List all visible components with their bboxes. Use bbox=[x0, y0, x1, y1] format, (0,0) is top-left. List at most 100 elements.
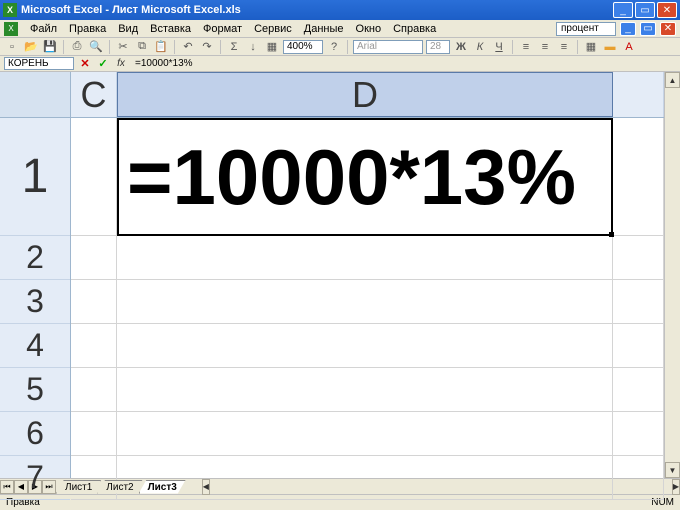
underline-icon[interactable]: Ч bbox=[491, 39, 507, 55]
menu-bar: X Файл Правка Вид Вставка Формат Сервис … bbox=[0, 20, 680, 38]
row-header-3[interactable]: 3 bbox=[0, 280, 70, 324]
menu-window[interactable]: Окно bbox=[350, 21, 388, 37]
doc-maximize-button[interactable]: ▭ bbox=[640, 22, 656, 36]
cell[interactable] bbox=[613, 324, 664, 368]
font-size-box[interactable]: 28 bbox=[426, 40, 450, 54]
cell[interactable] bbox=[613, 280, 664, 324]
borders-icon[interactable]: ▦ bbox=[583, 39, 599, 55]
scroll-down-icon[interactable]: ▼ bbox=[665, 462, 680, 478]
cell[interactable] bbox=[117, 368, 613, 412]
separator bbox=[174, 40, 175, 54]
cell[interactable] bbox=[71, 368, 117, 412]
doc-minimize-button[interactable]: _ bbox=[620, 22, 636, 36]
bold-icon[interactable]: Ж bbox=[453, 39, 469, 55]
undo-icon[interactable]: ↶ bbox=[180, 39, 196, 55]
align-left-icon[interactable]: ≡ bbox=[518, 39, 534, 55]
cell[interactable] bbox=[117, 324, 613, 368]
title-bar: X Microsoft Excel - Лист Microsoft Excel… bbox=[0, 0, 680, 20]
cell[interactable] bbox=[71, 280, 117, 324]
paste-icon[interactable]: 📋 bbox=[153, 39, 169, 55]
cell[interactable] bbox=[71, 324, 117, 368]
cancel-icon[interactable]: ✕ bbox=[78, 57, 92, 71]
col-header-c[interactable]: C bbox=[71, 72, 117, 117]
copy-icon[interactable]: ⧉ bbox=[134, 39, 150, 55]
cell[interactable] bbox=[117, 280, 613, 324]
formula-input[interactable]: =10000*13% bbox=[132, 58, 676, 69]
close-button[interactable]: ✕ bbox=[657, 2, 677, 18]
cell[interactable] bbox=[117, 412, 613, 456]
active-cell-d1[interactable]: =10000*13% bbox=[117, 118, 613, 236]
window-title: Microsoft Excel - Лист Microsoft Excel.x… bbox=[21, 4, 613, 16]
italic-icon[interactable]: К bbox=[472, 39, 488, 55]
fill-color-icon[interactable]: ▬ bbox=[602, 39, 618, 55]
cell[interactable] bbox=[613, 368, 664, 412]
sheet-tab-3[interactable]: Лист3 bbox=[139, 480, 186, 494]
chart-icon[interactable]: ▦ bbox=[264, 39, 280, 55]
cell[interactable] bbox=[613, 236, 664, 280]
cell[interactable] bbox=[613, 456, 664, 500]
cell[interactable] bbox=[117, 456, 613, 500]
row-header-4[interactable]: 4 bbox=[0, 324, 70, 368]
print-icon[interactable]: ⎙ bbox=[69, 39, 85, 55]
col-header-d[interactable]: D bbox=[117, 72, 613, 117]
confirm-icon[interactable]: ✓ bbox=[96, 57, 110, 71]
formula-bar: КОРЕНЬ ✕ ✓ fx =10000*13% bbox=[0, 56, 680, 72]
sort-icon[interactable]: ↓ bbox=[245, 39, 261, 55]
row-header-5[interactable]: 5 bbox=[0, 368, 70, 412]
zoom-box[interactable]: 400% bbox=[283, 40, 323, 54]
help-icon[interactable]: ? bbox=[326, 39, 342, 55]
menu-edit[interactable]: Правка bbox=[63, 21, 112, 37]
col-header-e[interactable] bbox=[613, 72, 664, 117]
separator bbox=[109, 40, 110, 54]
cut-icon[interactable]: ✂ bbox=[115, 39, 131, 55]
menu-data[interactable]: Данные bbox=[298, 21, 350, 37]
menu-insert[interactable]: Вставка bbox=[144, 21, 197, 37]
new-icon[interactable]: ▫ bbox=[4, 39, 20, 55]
redo-icon[interactable]: ↷ bbox=[199, 39, 215, 55]
excel-icon: X bbox=[3, 3, 17, 17]
cell[interactable] bbox=[613, 118, 664, 236]
menu-help[interactable]: Справка bbox=[387, 21, 442, 37]
cell[interactable] bbox=[71, 236, 117, 280]
standard-toolbar: ▫ 📂 💾 ⎙ 🔍 ✂ ⧉ 📋 ↶ ↷ Σ ↓ ▦ 400% ? Arial 2… bbox=[0, 38, 680, 56]
select-all-corner[interactable] bbox=[0, 72, 70, 118]
align-right-icon[interactable]: ≡ bbox=[556, 39, 572, 55]
menu-format[interactable]: Формат bbox=[197, 21, 248, 37]
fx-icon[interactable]: fx bbox=[114, 57, 128, 71]
separator bbox=[347, 40, 348, 54]
doc-icon[interactable]: X bbox=[4, 22, 18, 36]
separator bbox=[220, 40, 221, 54]
row-header-6[interactable]: 6 bbox=[0, 412, 70, 456]
scroll-right-icon[interactable]: ▶ bbox=[672, 479, 680, 495]
separator bbox=[512, 40, 513, 54]
cell[interactable] bbox=[117, 236, 613, 280]
cell[interactable] bbox=[613, 412, 664, 456]
separator bbox=[63, 40, 64, 54]
doc-close-button[interactable]: ✕ bbox=[660, 22, 676, 36]
scroll-track[interactable] bbox=[665, 88, 680, 462]
open-icon[interactable]: 📂 bbox=[23, 39, 39, 55]
font-box[interactable]: Arial bbox=[353, 40, 423, 54]
maximize-button[interactable]: ▭ bbox=[635, 2, 655, 18]
grid-area: C D =10000*13% bbox=[71, 72, 664, 478]
save-icon[interactable]: 💾 bbox=[42, 39, 58, 55]
row-headers: 1 2 3 4 5 6 7 bbox=[0, 72, 71, 478]
menu-file[interactable]: Файл bbox=[24, 21, 63, 37]
cells[interactable]: =10000*13% bbox=[71, 118, 664, 500]
style-box[interactable]: процент bbox=[556, 22, 616, 36]
menu-tools[interactable]: Сервис bbox=[248, 21, 298, 37]
minimize-button[interactable]: _ bbox=[613, 2, 633, 18]
sum-icon[interactable]: Σ bbox=[226, 39, 242, 55]
preview-icon[interactable]: 🔍 bbox=[88, 39, 104, 55]
name-box[interactable]: КОРЕНЬ bbox=[4, 57, 74, 70]
cell[interactable] bbox=[71, 412, 117, 456]
worksheet: 1 2 3 4 5 6 7 C D =10000*13% ▲ ▼ bbox=[0, 72, 680, 478]
row-header-1[interactable]: 1 bbox=[0, 118, 70, 236]
align-center-icon[interactable]: ≡ bbox=[537, 39, 553, 55]
font-color-icon[interactable]: A bbox=[621, 39, 637, 55]
row-header-2[interactable]: 2 bbox=[0, 236, 70, 280]
cell[interactable] bbox=[71, 118, 117, 236]
scroll-up-icon[interactable]: ▲ bbox=[665, 72, 680, 88]
vertical-scrollbar[interactable]: ▲ ▼ bbox=[664, 72, 680, 478]
menu-view[interactable]: Вид bbox=[112, 21, 144, 37]
